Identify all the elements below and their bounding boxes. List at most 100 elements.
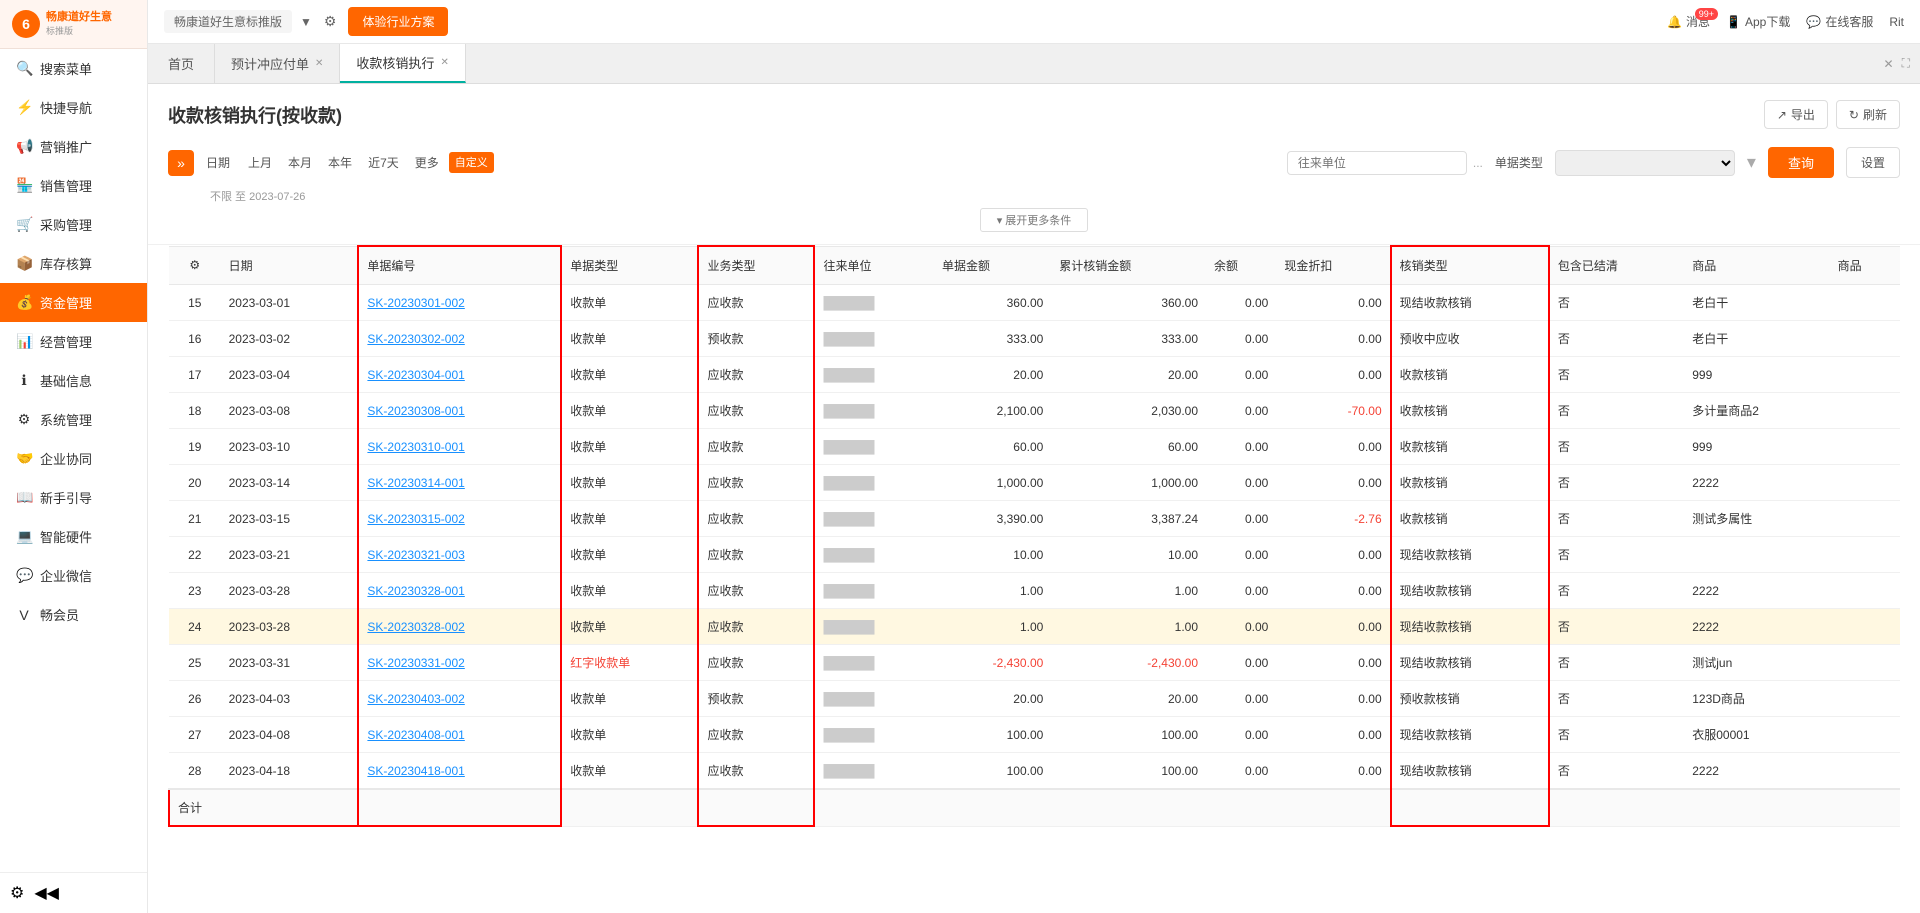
cell-verified: 3,387.24 — [1051, 501, 1206, 537]
filter-partner-input[interactable] — [1287, 151, 1467, 175]
sidebar-item-search[interactable]: 🔍 搜索菜单 — [0, 49, 147, 88]
sidebar-item-operations[interactable]: 📊 经营管理 — [0, 322, 147, 361]
filter-this-month[interactable]: 本月 — [282, 152, 318, 173]
cell-biz-type: 预收款 — [698, 321, 814, 357]
bill-no-link[interactable]: SK-20230403-002 — [367, 692, 464, 706]
th-discount[interactable]: 现金折扣 — [1276, 246, 1390, 285]
cell-bill-type: 收款单 — [561, 717, 698, 753]
th-amount[interactable]: 单据金额 — [934, 246, 1051, 285]
table-row: 25 2023-03-31 SK-20230331-002 红字收款单 应收款 … — [169, 645, 1900, 681]
filter-last-month[interactable]: 上月 — [242, 152, 278, 173]
sidebar-item-guide[interactable]: 📖 新手引导 — [0, 478, 147, 517]
bill-no-link[interactable]: SK-20230302-002 — [367, 332, 464, 346]
cell-goods: 2222 — [1684, 609, 1829, 645]
filter-last-7-days[interactable]: 近7天 — [362, 152, 405, 173]
topbar: 畅康道好生意标推版 ▼ ⚙ 体验行业方案 🔔 消息 99+ 📱 App下载 💬 … — [148, 0, 1920, 44]
cell-verify-type: 现结收款核销 — [1391, 609, 1549, 645]
filter-toggle[interactable]: » — [168, 150, 194, 176]
cell-biz-type: 应收款 — [698, 645, 814, 681]
sidebar-item-basic-info[interactable]: ℹ 基础信息 — [0, 361, 147, 400]
bill-no-link[interactable]: SK-20230304-001 — [367, 368, 464, 382]
filter-partner-dots: ... — [1473, 156, 1483, 170]
refresh-button[interactable]: ↻ 刷新 — [1836, 100, 1900, 129]
sidebar-item-label-search: 搜索菜单 — [40, 59, 92, 78]
sidebar-item-label-inventory: 库存核算 — [40, 254, 92, 273]
bill-no-link[interactable]: SK-20230301-002 — [367, 296, 464, 310]
filter-custom[interactable]: 自定义 — [449, 152, 494, 173]
collapse-icon[interactable]: ◀◀ — [34, 883, 59, 903]
th-gear[interactable]: ⚙ — [169, 246, 221, 285]
sidebar-item-hardware[interactable]: 💻 智能硬件 — [0, 517, 147, 556]
tab-close-all-icon[interactable]: ✕ — [1884, 57, 1894, 71]
tab-collection-close[interactable]: ✕ — [440, 57, 448, 68]
settings-button[interactable]: 设置 — [1846, 147, 1900, 178]
cell-partner: ██████ — [814, 645, 934, 681]
table-row: 16 2023-03-02 SK-20230302-002 收款单 预收款 ██… — [169, 321, 1900, 357]
sidebar-item-wechat[interactable]: 💬 企业微信 — [0, 556, 147, 595]
sidebar-item-marketing[interactable]: 📢 营销推广 — [0, 127, 147, 166]
th-date[interactable]: 日期 — [221, 246, 359, 285]
filter-more[interactable]: 更多 — [409, 152, 445, 173]
solution-button[interactable]: 体验行业方案 — [348, 7, 448, 36]
filter-area: » 日期 上月 本月 本年 近7天 更多 自定义 ... 单据类型 — [148, 139, 1920, 245]
th-include-settled[interactable]: 包含已结清 — [1549, 246, 1684, 285]
cell-date: 2023-03-28 — [221, 609, 359, 645]
th-biz-type[interactable]: 业务类型 — [698, 246, 814, 285]
tab-prepay-close[interactable]: ✕ — [315, 58, 323, 69]
topbar-dropdown-arrow[interactable]: ▼ — [300, 15, 312, 29]
footer-amount — [934, 789, 1051, 826]
user-name[interactable]: Rit — [1889, 15, 1904, 29]
th-goods[interactable]: 商品 — [1684, 246, 1829, 285]
bill-no-link[interactable]: SK-20230331-002 — [367, 656, 464, 670]
bill-no-link[interactable]: SK-20230321-003 — [367, 548, 464, 562]
sidebar-item-finance[interactable]: 💰 资金管理 — [0, 283, 147, 322]
tab-maximize-icon[interactable]: ⛶ — [1902, 56, 1910, 71]
sidebar-item-quick-nav[interactable]: ⚡ 快捷导航 — [0, 88, 147, 127]
sidebar-item-purchase[interactable]: 🛒 采购管理 — [0, 205, 147, 244]
cell-bill-type: 红字收款单 — [561, 645, 698, 681]
app-download[interactable]: 📱 App下载 — [1726, 13, 1790, 30]
topbar-gear-icon[interactable]: ⚙ — [320, 9, 341, 34]
th-bill-type[interactable]: 单据类型 — [561, 246, 698, 285]
cell-bill-no: SK-20230301-002 — [358, 285, 561, 321]
filter-type-select[interactable] — [1555, 150, 1735, 176]
cell-verify-type: 现结收款核销 — [1391, 717, 1549, 753]
export-button[interactable]: ↗ 导出 — [1764, 100, 1828, 129]
th-verify-type[interactable]: 核销类型 — [1391, 246, 1549, 285]
settings-icon[interactable]: ⚙ — [10, 883, 24, 903]
cell-no: 18 — [169, 393, 221, 429]
footer-include-settled — [1549, 789, 1684, 826]
bill-no-link[interactable]: SK-20230315-002 — [367, 512, 464, 526]
bill-no-link[interactable]: SK-20230408-001 — [367, 728, 464, 742]
th-partner[interactable]: 往来单位 — [814, 246, 934, 285]
filter-this-year[interactable]: 本年 — [322, 152, 358, 173]
tab-homepage[interactable]: 首页 — [148, 44, 215, 83]
tab-prepay[interactable]: 预计冲应付单 ✕ — [215, 44, 340, 83]
th-balance[interactable]: 余额 — [1206, 246, 1276, 285]
sidebar-item-enterprise[interactable]: 🤝 企业协同 — [0, 439, 147, 478]
bill-no-link[interactable]: SK-20230328-002 — [367, 620, 464, 634]
sidebar-item-sales[interactable]: 🏪 销售管理 — [0, 166, 147, 205]
bill-no-link[interactable]: SK-20230308-001 — [367, 404, 464, 418]
notification-bell[interactable]: 🔔 消息 99+ — [1667, 13, 1710, 30]
bill-no-link[interactable]: SK-20230310-001 — [367, 440, 464, 454]
sidebar-logo: 6 畅康道好生意 标推版 — [0, 0, 147, 49]
sidebar-item-inventory[interactable]: 📦 库存核算 — [0, 244, 147, 283]
operations-icon: 📊 — [16, 333, 32, 350]
sidebar-item-vip[interactable]: V 畅会员 — [0, 595, 147, 634]
bill-no-link[interactable]: SK-20230418-001 — [367, 764, 464, 778]
th-goods2[interactable]: 商品 — [1830, 246, 1900, 285]
bill-no-link[interactable]: SK-20230314-001 — [367, 476, 464, 490]
filter-type-arrow[interactable]: ▾ — [1747, 152, 1756, 173]
cell-verify-type: 现结收款核销 — [1391, 753, 1549, 790]
query-button[interactable]: 查询 — [1768, 147, 1834, 178]
bill-no-link[interactable]: SK-20230328-001 — [367, 584, 464, 598]
th-verified[interactable]: 累计核销金额 — [1051, 246, 1206, 285]
bell-icon: 🔔 — [1667, 15, 1682, 29]
sidebar-item-system[interactable]: ⚙ 系统管理 — [0, 400, 147, 439]
cell-discount: 0.00 — [1276, 645, 1390, 681]
th-bill-no[interactable]: 单据编号 — [358, 246, 561, 285]
tab-collection[interactable]: 收款核销执行 ✕ — [340, 44, 465, 83]
online-service[interactable]: 💬 在线客服 — [1806, 13, 1873, 30]
expand-more-button[interactable]: ▾ 展开更多条件 — [980, 208, 1089, 232]
